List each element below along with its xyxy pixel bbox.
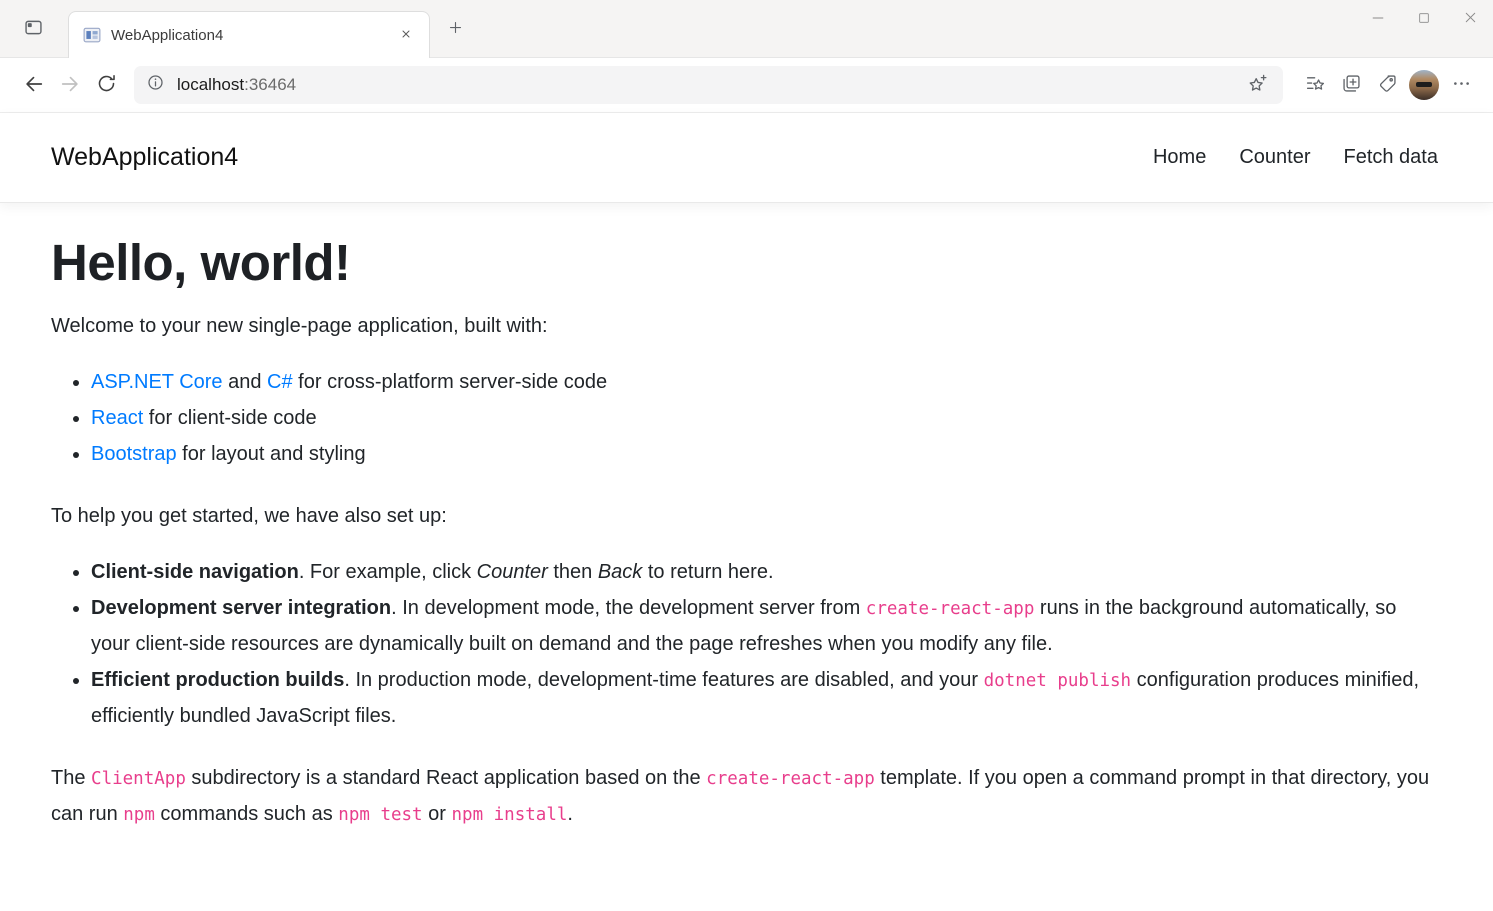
content-link[interactable]: Bootstrap (91, 443, 177, 465)
tab-strip: WebApplication4 (0, 0, 1493, 58)
add-favorite-button[interactable] (1239, 67, 1275, 103)
forward-icon (59, 73, 81, 98)
maximize-icon (1416, 10, 1432, 29)
italic-text: Back (598, 561, 642, 583)
list-item: Bootstrap for layout and styling (91, 436, 1438, 472)
feature-list: Client-side navigation. For example, cli… (51, 554, 1438, 734)
url-host: localhost (177, 75, 244, 94)
text-run: for cross-platform server-side code (293, 371, 608, 393)
minimize-button[interactable] (1355, 0, 1401, 38)
list-item: Development server integration. In devel… (91, 590, 1438, 662)
tab-title: WebApplication4 (111, 27, 393, 44)
code-span: npm install (452, 805, 568, 825)
setup-intro-paragraph: To help you get started, we have also se… (51, 498, 1438, 534)
nav-fetch-data[interactable]: Fetch data (1343, 146, 1438, 169)
bold-text: Client-side navigation (91, 561, 299, 583)
nav-home[interactable]: Home (1153, 146, 1206, 169)
maximize-button[interactable] (1401, 0, 1447, 38)
browser-toolbar: localhost:36464 (0, 58, 1493, 113)
bold-text: Development server integration (91, 597, 391, 619)
page-viewport: WebApplication4 Home Counter Fetch data … (0, 113, 1493, 832)
list-item: Efficient production builds. In producti… (91, 662, 1438, 734)
text-run: for layout and styling (177, 443, 366, 465)
text-run: . In development mode, the development s… (391, 597, 866, 619)
profile-avatar[interactable] (1405, 66, 1443, 104)
content-link[interactable]: ASP.NET Core (91, 371, 223, 393)
minimize-icon (1369, 9, 1387, 30)
content-link[interactable]: React (91, 407, 143, 429)
page-title: Hello, world! (51, 233, 1438, 292)
tab-favicon (83, 26, 101, 44)
browser-tab[interactable]: WebApplication4 (68, 11, 430, 58)
favorites-button[interactable] (1297, 67, 1333, 103)
collections-icon (1341, 73, 1362, 97)
list-item: ASP.NET Core and C# for cross-platform s… (91, 364, 1438, 400)
forward-button[interactable] (52, 67, 88, 103)
list-item: Client-side navigation. For example, cli… (91, 554, 1438, 590)
browser-window: WebApplication4 (0, 0, 1493, 113)
code-span: dotnet publish (984, 671, 1132, 691)
text-run: and (223, 371, 267, 393)
text-run: then (548, 561, 598, 583)
footer-paragraph: The ClientApp subdirectory is a standard… (51, 760, 1438, 832)
tech-list: ASP.NET Core and C# for cross-platform s… (51, 364, 1438, 472)
code-span: npm test (338, 805, 422, 825)
site-nav: Home Counter Fetch data (1153, 146, 1438, 169)
text-run: commands such as (155, 803, 338, 825)
content-link[interactable]: C# (267, 371, 293, 393)
text-run: . For example, click (299, 561, 477, 583)
pinned-extension-icon (1377, 73, 1398, 97)
close-window-button[interactable] (1447, 0, 1493, 38)
tab-actions-button[interactable] (14, 10, 52, 48)
back-icon (23, 73, 45, 98)
tab-actions-icon (23, 17, 44, 41)
address-bar[interactable]: localhost:36464 (134, 66, 1283, 104)
code-span: npm (123, 805, 155, 825)
code-span: ClientApp (91, 769, 186, 789)
settings-menu-button[interactable] (1443, 67, 1479, 103)
close-icon (1462, 9, 1479, 29)
tab-close-icon (400, 28, 412, 43)
nav-counter[interactable]: Counter (1239, 146, 1310, 169)
avatar-sunglasses (1416, 82, 1432, 87)
text-run: . In production mode, development-time f… (344, 669, 983, 691)
new-tab-icon (448, 20, 463, 38)
back-button[interactable] (16, 67, 52, 103)
text-run: . (567, 803, 573, 825)
new-tab-button[interactable] (436, 10, 474, 48)
settings-menu-icon (1451, 73, 1472, 97)
intro-paragraph: Welcome to your new single-page applicat… (51, 308, 1438, 344)
site-header: WebApplication4 Home Counter Fetch data (0, 113, 1493, 203)
tab-close-button[interactable] (393, 22, 419, 48)
main-content: Hello, world! Welcome to your new single… (0, 203, 1493, 832)
text-run: to return here. (642, 561, 773, 583)
url-text: localhost:36464 (177, 75, 1239, 95)
bold-text: Efficient production builds (91, 669, 344, 691)
refresh-icon (96, 73, 117, 97)
list-item: React for client-side code (91, 400, 1438, 436)
code-span: create-react-app (866, 599, 1035, 619)
brand-link[interactable]: WebApplication4 (51, 143, 238, 172)
text-run: for client-side code (143, 407, 316, 429)
text-run: or (423, 803, 452, 825)
favorites-icon (1305, 73, 1326, 97)
site-info-icon[interactable] (146, 73, 165, 97)
text-run: The (51, 767, 91, 789)
url-port: :36464 (244, 75, 296, 94)
profile-photo (1409, 70, 1439, 100)
collections-button[interactable] (1333, 67, 1369, 103)
text-run: subdirectory is a standard React applica… (186, 767, 706, 789)
window-controls (1355, 0, 1493, 38)
pinned-extension-button[interactable] (1369, 67, 1405, 103)
italic-text: Counter (477, 561, 548, 583)
refresh-button[interactable] (88, 67, 124, 103)
add-favorite-icon (1247, 73, 1268, 97)
code-span: create-react-app (706, 769, 875, 789)
